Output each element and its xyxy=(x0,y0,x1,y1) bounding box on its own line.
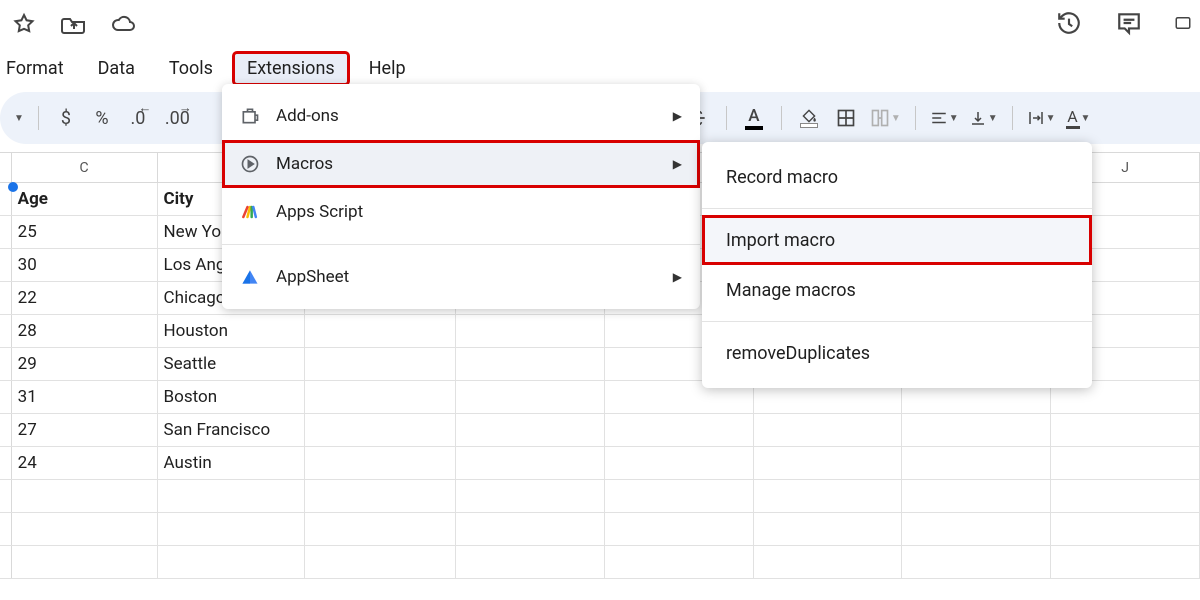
menu-help[interactable]: Help xyxy=(355,52,420,85)
manage-macros-menuitem[interactable]: Manage macros xyxy=(702,265,1092,315)
cell-age[interactable]: 30 xyxy=(12,249,158,281)
apps-script-menuitem[interactable]: Apps Script xyxy=(222,188,700,236)
menubar: Format Data Tools Extensions Help xyxy=(0,48,1200,88)
macros-icon xyxy=(240,154,260,174)
text-wrap-button[interactable]: ▼ xyxy=(1027,109,1056,127)
cell-city[interactable]: Seattle xyxy=(158,348,306,380)
appsheet-icon xyxy=(240,267,260,287)
cloud-status-icon[interactable] xyxy=(110,10,138,38)
extensions-dropdown: Add-ons ▶ Macros ▶ Apps Script AppSheet … xyxy=(222,84,700,309)
text-color-button[interactable]: A xyxy=(741,103,767,133)
col-c-header[interactable]: C xyxy=(12,153,158,182)
macros-label: Macros xyxy=(276,154,333,174)
apps-script-label: Apps Script xyxy=(276,202,363,222)
cell-age[interactable]: 31 xyxy=(12,381,158,413)
increase-decimal-button[interactable]: .00→ xyxy=(161,103,194,133)
currency-button[interactable]: $ xyxy=(53,103,79,133)
percent-button[interactable]: % xyxy=(89,103,115,133)
toolbar-more-left[interactable]: ▼ xyxy=(14,113,24,124)
header-age[interactable]: Age xyxy=(12,183,158,215)
vertical-align-button[interactable]: ▼ xyxy=(969,109,998,127)
star-icon[interactable] xyxy=(10,10,38,38)
chevron-right-icon: ▶ xyxy=(673,109,682,123)
menu-extensions[interactable]: Extensions xyxy=(233,52,349,85)
cell-age[interactable]: 27 xyxy=(12,414,158,446)
record-macro-menuitem[interactable]: Record macro xyxy=(702,152,1092,202)
chevron-right-icon: ▶ xyxy=(673,270,682,284)
cell-city[interactable]: San Francisco xyxy=(158,414,306,446)
horizontal-align-button[interactable]: ▼ xyxy=(930,109,959,127)
macros-submenu: Record macro Import macro Manage macros … xyxy=(702,142,1092,388)
cell-city[interactable]: Boston xyxy=(158,381,306,413)
menu-tools[interactable]: Tools xyxy=(155,52,227,85)
borders-button[interactable] xyxy=(832,103,860,133)
cell-age[interactable]: 28 xyxy=(12,315,158,347)
custom-macro-menuitem[interactable]: removeDuplicates xyxy=(702,328,1092,378)
appsheet-label: AppSheet xyxy=(276,267,349,287)
appsheet-menuitem[interactable]: AppSheet ▶ xyxy=(222,253,700,301)
addons-label: Add-ons xyxy=(276,106,339,126)
selection-handle[interactable] xyxy=(8,182,18,192)
cell-age[interactable]: 22 xyxy=(12,282,158,314)
apps-script-icon xyxy=(240,202,260,222)
merge-cells-button[interactable]: ▼ xyxy=(870,108,901,128)
move-to-drive-icon[interactable] xyxy=(60,10,88,38)
chevron-right-icon: ▶ xyxy=(673,157,682,171)
comment-icon[interactable] xyxy=(1114,8,1144,38)
present-icon[interactable] xyxy=(1174,8,1192,38)
cell-city[interactable]: Austin xyxy=(158,447,306,479)
text-rotation-button[interactable]: A ▼ xyxy=(1066,107,1091,129)
cell-city[interactable]: Houston xyxy=(158,315,306,347)
cell-age[interactable]: 24 xyxy=(12,447,158,479)
decrease-decimal-button[interactable]: .0← xyxy=(125,103,151,133)
addons-menuitem[interactable]: Add-ons ▶ xyxy=(222,92,700,140)
cell-age[interactable]: 25 xyxy=(12,216,158,248)
macros-menuitem[interactable]: Macros ▶ xyxy=(222,140,700,188)
menu-format[interactable]: Format xyxy=(0,52,78,85)
import-macro-menuitem[interactable]: Import macro xyxy=(702,215,1092,265)
addons-icon xyxy=(240,106,260,126)
menu-data[interactable]: Data xyxy=(84,52,149,85)
history-icon[interactable] xyxy=(1054,8,1084,38)
cell-age[interactable]: 29 xyxy=(12,348,158,380)
fill-color-button[interactable] xyxy=(796,103,822,133)
